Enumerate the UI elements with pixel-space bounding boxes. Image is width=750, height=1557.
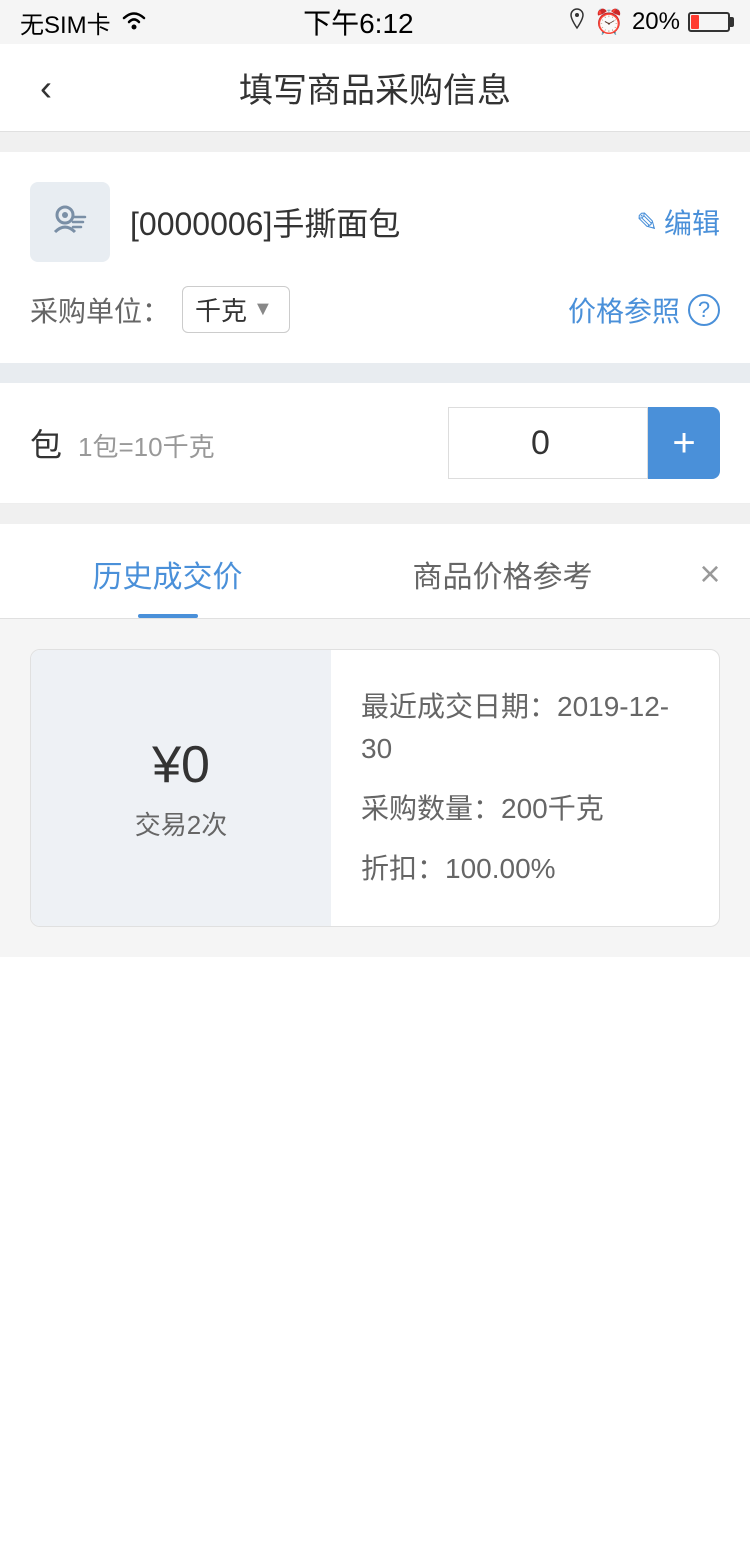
quantity-conversion: 1包=10千克: [78, 427, 215, 464]
empty-space: [0, 957, 750, 1557]
tab-product-price-reference[interactable]: 商品价格参考: [335, 524, 670, 618]
product-thumbnail: [30, 182, 110, 262]
card-details: 最近成交日期：2019-12-30 采购数量：200千克 折扣：100.00%: [331, 650, 719, 926]
status-bar: 无SIM卡 下午6:12 ⏰ 20%: [0, 0, 750, 44]
unit-select[interactable]: 千克 ▼: [182, 286, 290, 333]
quantity-input-group: +: [448, 407, 720, 479]
status-left: 无SIM卡: [20, 5, 149, 40]
purchase-quantity-label: 采购数量：: [361, 793, 501, 824]
page-title: 填写商品采购信息: [239, 63, 511, 112]
product-header: [0000006]手撕面包 ✎ 编辑: [30, 182, 720, 262]
nav-bar: ‹ 填写商品采购信息: [0, 44, 750, 132]
edit-button[interactable]: ✎ 编辑: [636, 202, 720, 242]
purchase-unit-label: 采购单位：: [30, 290, 170, 330]
quantity-input[interactable]: [448, 407, 648, 479]
unit-value: 千克: [195, 291, 247, 328]
quantity-plus-button[interactable]: +: [648, 407, 720, 479]
tab-section: 历史成交价 商品价格参考 × ¥0 交易2次 最近成交日期：2019-12-30…: [0, 524, 750, 957]
section-divider: [0, 363, 750, 383]
price-ref-label: 价格参照: [568, 290, 680, 330]
quantity-section: 包 1包=10千克 +: [0, 383, 750, 504]
card-price-summary: ¥0 交易2次: [31, 650, 331, 926]
status-right: ⏰ 20%: [568, 8, 730, 37]
wifi-icon: [119, 8, 149, 37]
discount-row: 折扣：100.00%: [361, 848, 689, 890]
alarm-icon: ⏰: [594, 8, 624, 37]
quantity-label-group: 包 1包=10千克: [30, 420, 215, 466]
product-section: [0000006]手撕面包 ✎ 编辑 采购单位： 千克 ▼ 价格参照 ?: [0, 152, 750, 363]
back-button[interactable]: ‹: [30, 57, 62, 119]
chevron-down-icon: ▼: [253, 298, 273, 321]
tab-history-price[interactable]: 历史成交价: [0, 524, 335, 618]
product-meta: 采购单位： 千克 ▼ 价格参照 ?: [30, 286, 720, 333]
price-reference-button[interactable]: 价格参照 ?: [568, 290, 720, 330]
purchase-quantity-value: 200千克: [501, 793, 604, 824]
purchase-unit: 采购单位： 千克 ▼: [30, 286, 290, 333]
product-name: [0000006]手撕面包: [130, 199, 400, 245]
history-card: ¥0 交易2次 最近成交日期：2019-12-30 采购数量：200千克 折扣：…: [30, 649, 720, 927]
status-time: 下午6:12: [303, 2, 414, 42]
battery-icon: [688, 12, 730, 32]
discount-value: 100.00%: [445, 853, 556, 884]
tab-header: 历史成交价 商品价格参考 ×: [0, 524, 750, 619]
trade-count: 交易2次: [135, 805, 227, 842]
recent-date-row: 最近成交日期：2019-12-30: [361, 686, 689, 770]
quantity-unit-label: 包: [30, 420, 62, 466]
tab-close-button[interactable]: ×: [670, 525, 750, 617]
recent-date-label: 最近成交日期：: [361, 691, 557, 722]
purchase-quantity-row: 采购数量：200千克: [361, 788, 689, 830]
discount-label: 折扣：: [361, 853, 445, 884]
battery-percent: 20%: [632, 8, 680, 36]
location-icon: [568, 8, 586, 37]
carrier-label: 无SIM卡: [20, 5, 111, 40]
product-info: [0000006]手撕面包: [30, 182, 400, 262]
tab-content: ¥0 交易2次 最近成交日期：2019-12-30 采购数量：200千克 折扣：…: [0, 619, 750, 957]
help-icon: ?: [688, 294, 720, 326]
edit-label: 编辑: [664, 202, 720, 242]
history-price: ¥0: [152, 735, 210, 795]
edit-icon: ✎: [636, 207, 658, 238]
